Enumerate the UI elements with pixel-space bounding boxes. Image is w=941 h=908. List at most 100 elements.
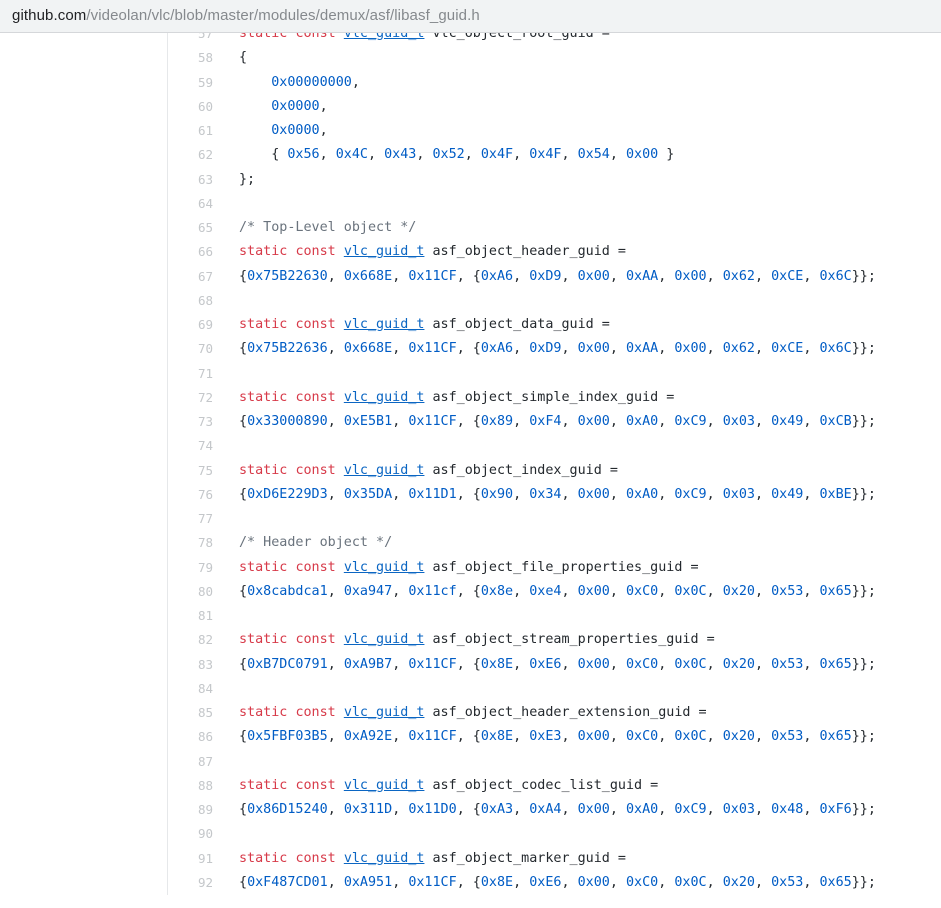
code-token-num: 0x00: [577, 341, 610, 357]
code-token-num: 0xA0: [626, 486, 659, 502]
line-number[interactable]: 80: [168, 580, 213, 604]
line-number[interactable]: 88: [168, 774, 213, 798]
code-token-pln: asf_object_codec_list_guid =: [424, 777, 659, 793]
code-symbol-link[interactable]: vlc_guid_t: [344, 244, 425, 259]
code-token-num: 0x00: [577, 414, 610, 429]
line-number[interactable]: 67: [168, 265, 213, 289]
code-symbol-link[interactable]: vlc_guid_t: [344, 390, 425, 405]
code-token-pln: ,: [755, 341, 772, 357]
line-number[interactable]: 69: [168, 313, 213, 337]
line-number[interactable]: 72: [168, 386, 213, 410]
code-token-pln: ,: [706, 414, 723, 429]
code-line-content: /* Top-Level object */: [213, 216, 416, 240]
code-token-pln: ,: [803, 268, 820, 284]
code-token-pln: ,: [327, 656, 344, 672]
line-number[interactable]: 63: [168, 168, 213, 192]
code-line: 70 {0x75B22636, 0x668E, 0x11CF, {0xA6, 0x…: [168, 337, 941, 361]
line-number[interactable]: 74: [168, 434, 213, 458]
code-symbol-link[interactable]: vlc_guid_t: [344, 560, 425, 575]
code-token-num: 0xB7DC0791: [247, 656, 328, 672]
code-token-pln: [336, 851, 344, 866]
line-number[interactable]: 77: [168, 507, 213, 531]
code-token-pln: [239, 123, 271, 138]
line-number[interactable]: 87: [168, 750, 213, 774]
code-token-pln: [336, 632, 344, 647]
code-token-pln: ,: [706, 656, 723, 672]
code-token-num: 0xC9: [674, 486, 707, 502]
line-number[interactable]: 71: [168, 362, 213, 386]
line-number[interactable]: 66: [168, 240, 213, 264]
line-number[interactable]: 90: [168, 822, 213, 846]
code-token-pln: ,: [513, 268, 530, 284]
code-token-num: 0x62: [722, 268, 755, 284]
code-token-kw: static: [239, 705, 288, 720]
code-symbol-link[interactable]: vlc_guid_t: [344, 632, 425, 647]
code-token-num: 0xE6: [529, 656, 562, 672]
code-line: 80 {0x8cabdca1, 0xa947, 0x11cf, {0x8e, 0x…: [168, 580, 941, 604]
line-number[interactable]: 92: [168, 871, 213, 895]
line-number[interactable]: 76: [168, 483, 213, 507]
code-token-pln: ,: [392, 729, 409, 745]
code-token-pln: , {: [456, 729, 481, 745]
code-line: 83 {0xB7DC0791, 0xA9B7, 0x11CF, {0x8E, 0x…: [168, 653, 941, 677]
code-token-pln: asf_object_header_guid =: [424, 244, 626, 260]
code-token-num: 0x8E: [480, 656, 514, 672]
code-token-num: 0xAA: [626, 268, 659, 284]
code-token-pln: ,: [513, 802, 530, 817]
code-line-content: {0x86D15240, 0x311D, 0x11D0, {0xA3, 0xA4…: [213, 798, 876, 822]
code-symbol-link[interactable]: vlc_guid_t: [344, 705, 425, 720]
code-token-pln: [239, 99, 271, 114]
code-token-num: 0x00: [577, 268, 610, 284]
line-number[interactable]: 59: [168, 71, 213, 95]
code-line-content: static const vlc_guid_t asf_object_file_…: [213, 556, 699, 580]
code-token-kw: const: [295, 317, 336, 332]
code-token-num: 0x20: [722, 583, 755, 599]
code-token-pln: ,: [803, 729, 820, 745]
code-token-kw: static: [239, 777, 288, 793]
code-line-content: {0x75B22630, 0x668E, 0x11CF, {0xA6, 0xD9…: [213, 265, 876, 289]
code-token-num: 0x53: [771, 874, 804, 890]
code-line: 87: [168, 750, 941, 774]
code-line-content: {0x33000890, 0xE5B1, 0x11CF, {0x89, 0xF4…: [213, 410, 876, 434]
code-token-pln: ,: [561, 656, 578, 672]
line-number[interactable]: 61: [168, 119, 213, 143]
line-number[interactable]: 85: [168, 701, 213, 725]
code-token-pln: ,: [609, 874, 626, 890]
line-number[interactable]: 91: [168, 847, 213, 871]
line-number[interactable]: 86: [168, 725, 213, 749]
code-symbol-link[interactable]: vlc_guid_t: [344, 778, 425, 793]
address-bar[interactable]: github.com/videolan/vlc/blob/master/modu…: [0, 0, 941, 33]
line-number[interactable]: 60: [168, 95, 213, 119]
code-token-num: 0x668E: [343, 268, 393, 284]
line-number[interactable]: 82: [168, 628, 213, 652]
code-symbol-link[interactable]: vlc_guid_t: [344, 317, 425, 332]
code-line: 77: [168, 507, 941, 531]
code-token-num: 0x5FBF03B5: [247, 729, 328, 745]
code-token-num: 0x65: [819, 656, 852, 672]
line-number[interactable]: 73: [168, 410, 213, 434]
line-number[interactable]: 79: [168, 556, 213, 580]
code-symbol-link[interactable]: vlc_guid_t: [344, 463, 425, 478]
code-token-pln: ,: [609, 414, 626, 429]
code-token-num: 0x53: [771, 583, 804, 599]
code-token-num: 0x668E: [343, 341, 393, 357]
line-number[interactable]: 81: [168, 604, 213, 628]
line-number[interactable]: 84: [168, 677, 213, 701]
line-number[interactable]: 62: [168, 143, 213, 167]
line-number[interactable]: 78: [168, 531, 213, 555]
line-number[interactable]: 89: [168, 798, 213, 822]
line-number[interactable]: 64: [168, 192, 213, 216]
line-number[interactable]: 65: [168, 216, 213, 240]
line-number[interactable]: 58: [168, 46, 213, 70]
line-number[interactable]: 68: [168, 289, 213, 313]
code-token-kw: const: [295, 559, 336, 575]
code-token-pln: ,: [319, 123, 328, 138]
line-number[interactable]: 75: [168, 459, 213, 483]
line-number[interactable]: 83: [168, 653, 213, 677]
code-symbol-link[interactable]: vlc_guid_t: [344, 851, 425, 866]
code-token-pln: }};: [851, 656, 876, 672]
url-text[interactable]: github.com/videolan/vlc/blob/master/modu…: [12, 7, 480, 24]
line-number[interactable]: 70: [168, 337, 213, 361]
code-token-kw: static: [239, 389, 288, 405]
code-line-content: static const vlc_guid_t asf_object_strea…: [213, 628, 715, 652]
